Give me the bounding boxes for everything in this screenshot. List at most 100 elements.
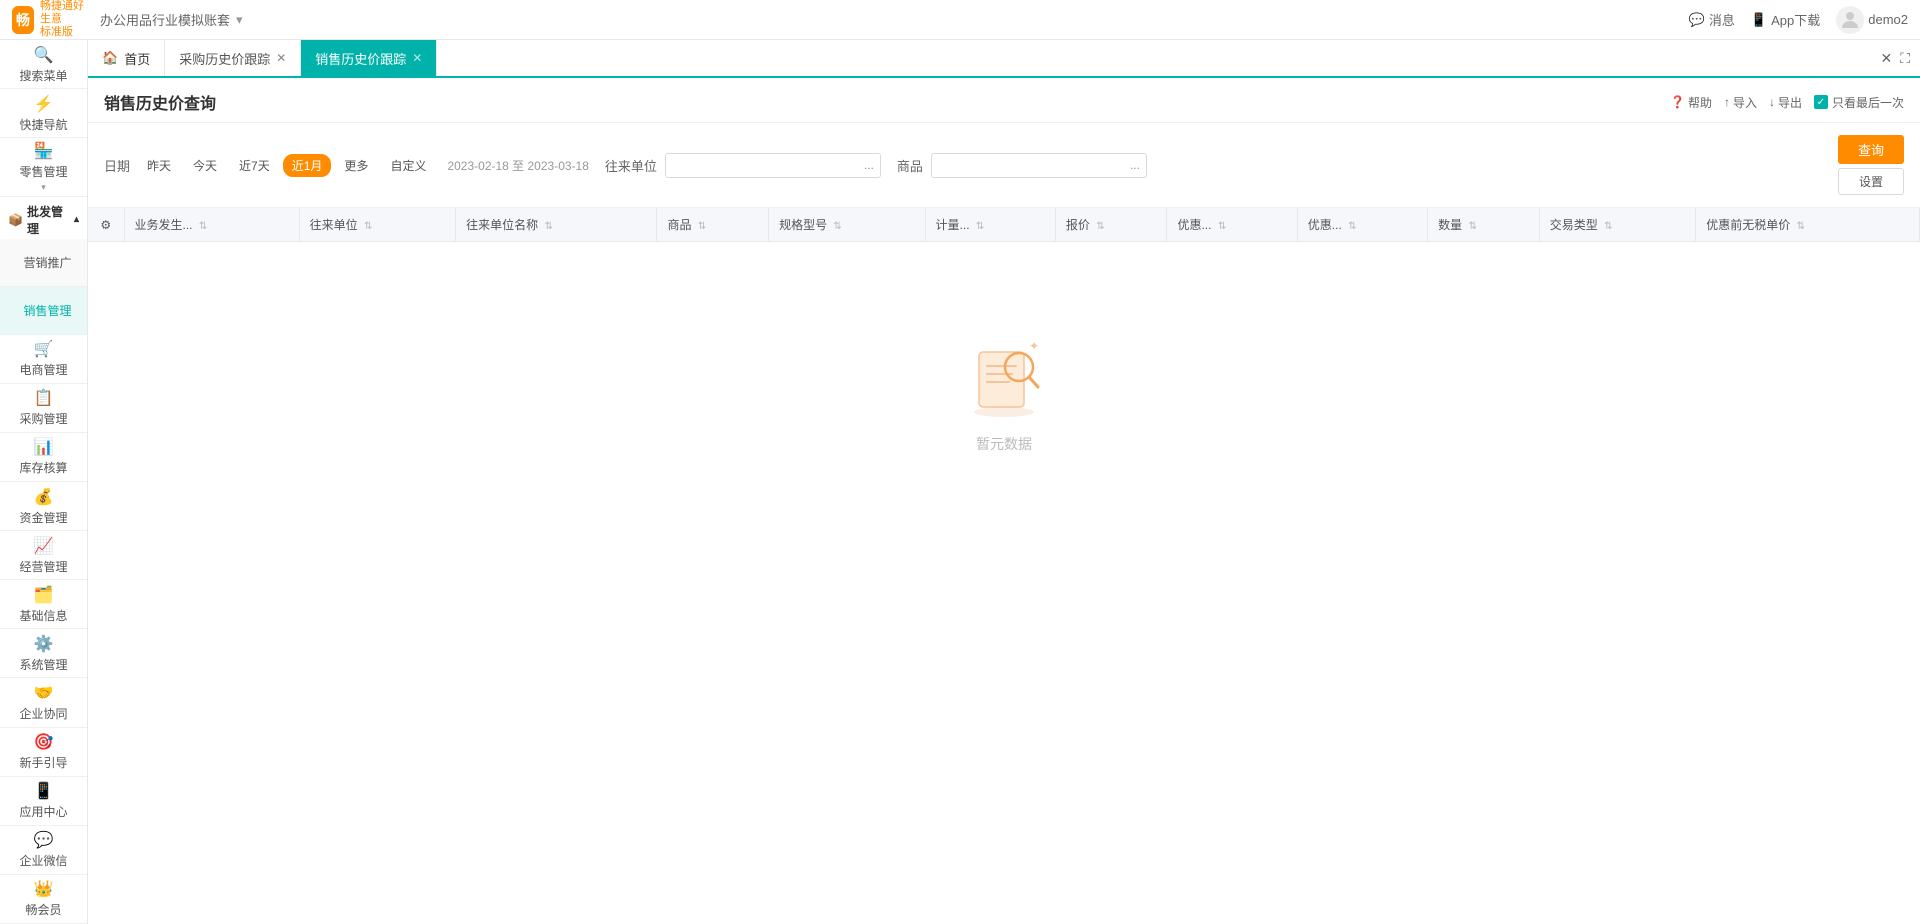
only-last-checkbox[interactable]: ✓ 只看最后一次 [1814,94,1904,111]
settings-icon[interactable]: ⚙ [100,218,111,232]
sidebar-item-guide[interactable]: 🎯 新手引导 [0,728,87,777]
export-button[interactable]: ↓ 导出 [1769,94,1802,111]
date-btn-7days[interactable]: 近7天 [230,154,279,177]
table-col-unit-measure[interactable]: 计量... ⇅ [925,208,1055,242]
date-btn-custom[interactable]: 自定义 [381,154,435,177]
table-col-pretax-price[interactable]: 优惠前无税单价 ⇅ [1696,208,1920,242]
sidebar-item-retail[interactable]: 🏪 零售管理 ▾ [0,138,87,196]
sidebar-item-operations[interactable]: 📈 经营管理 [0,531,87,580]
sidebar-item-label: 畅会员 [25,901,61,918]
user-profile[interactable]: demo2 [1836,6,1908,34]
message-button[interactable]: 💬 消息 [1689,10,1735,29]
date-btn-today[interactable]: 今天 [184,154,226,177]
sidebar-item-basic[interactable]: 🗂️ 基础信息 [0,580,87,629]
sort-icon: ⇅ [1797,221,1805,232]
top-bar-right: 💬 消息 📱 App下载 demo2 [1689,6,1908,34]
tab-sales-label: 销售历史价跟踪 [315,49,406,68]
sort-icon: ⇅ [976,221,984,232]
sidebar-item-label: 基础信息 [19,607,67,624]
date-btn-more[interactable]: 更多 [335,154,377,177]
table-col-unit-code[interactable]: 往来单位 ⇅ [299,208,455,242]
unit-input-dots[interactable]: ... [858,154,880,176]
sidebar-item-label: 采购管理 [19,410,67,427]
tab-purchase-history[interactable]: 采购历史价跟踪 ✕ [165,40,301,76]
message-icon: 💬 [1689,12,1705,28]
filter-actions: 查询 设置 [1838,135,1904,195]
import-button[interactable]: ↑ 导入 [1724,94,1757,111]
content-area: 🏠 首页 采购历史价跟踪 ✕ 销售历史价跟踪 ✕ ✕ ⛶ 销售历史价查询 [88,40,1920,924]
date-range-text: 2023-02-18 至 2023-03-18 [447,157,588,174]
unit-input-wrap: ... [665,153,881,178]
tab-home[interactable]: 🏠 首页 [88,40,165,76]
sidebar-item-sales[interactable]: 销售管理 [0,287,87,335]
sort-icon: ⇅ [1096,221,1104,232]
sidebar-item-label: 库存核算 [19,459,67,476]
date-btn-1month[interactable]: 近1月 [283,154,332,177]
sidebar-item-membership[interactable]: 👑 畅会员 [0,875,87,924]
sort-icon: ⇅ [698,221,706,232]
breadcrumb-dropdown-icon[interactable]: ▾ [236,12,243,28]
query-button[interactable]: 查询 [1838,135,1904,164]
app-download-button[interactable]: 📱 App下载 [1751,10,1820,29]
date-btn-yesterday[interactable]: 昨天 [138,154,180,177]
goods-filter-group: 商品 ... [897,153,1147,178]
help-button[interactable]: ❓ 帮助 [1670,94,1712,111]
data-table: ⚙ 业务发生... ⇅ 往来单位 ⇅ [88,208,1920,242]
table-col-settings: ⚙ [88,208,124,242]
table-col-discount2[interactable]: 优惠... ⇅ [1297,208,1427,242]
goods-input-wrap: ... [931,153,1147,178]
sort-icon: ⇅ [1348,221,1356,232]
goods-filter-label: 商品 [897,156,923,175]
tab-purchase-close[interactable]: ✕ [276,52,286,64]
sidebar-item-enterprise[interactable]: 🤝 企业协同 [0,678,87,727]
goods-input[interactable] [932,154,1124,177]
home-icon: 🏠 [102,50,118,66]
tab-sales-close[interactable]: ✕ [412,52,422,64]
sidebar-item-system[interactable]: ⚙️ 系统管理 [0,629,87,678]
svg-text:✦: ✦ [1029,339,1039,353]
sidebar: 🔍 搜索菜单 ⚡ 快捷导航 🏪 零售管理 ▾ 📦 批发管理 ▴ 营销推广 销售管… [0,40,88,924]
page-inner: 销售历史价查询 ❓ 帮助 ↑ 导入 ↓ 导出 [88,78,1920,924]
tab-maximize-button[interactable]: ⛶ [1900,50,1910,67]
page-header: 销售历史价查询 ❓ 帮助 ↑ 导入 ↓ 导出 [88,78,1920,123]
tabs-bar: 🏠 首页 采购历史价跟踪 ✕ 销售历史价跟踪 ✕ ✕ ⛶ [88,40,1920,78]
date-filter-group: 日期 昨天 今天 近7天 近1月 更多 自定义 2023-02-18 至 202… [104,154,589,177]
tab-purchase-label: 采购历史价跟踪 [179,49,270,68]
sort-icon: ⇅ [364,221,372,232]
table-col-quantity[interactable]: 数量 ⇅ [1428,208,1540,242]
app-center-icon: 📱 [34,781,54,801]
table-col-quote[interactable]: 报价 ⇅ [1055,208,1167,242]
sidebar-item-inventory[interactable]: 📊 库存核算 [0,433,87,482]
unit-input[interactable] [666,154,858,177]
sidebar-item-app-center[interactable]: 📱 应用中心 [0,777,87,826]
tab-sales-history[interactable]: 销售历史价跟踪 ✕ [301,40,437,76]
table-col-goods[interactable]: 商品 ⇅ [657,208,769,242]
sidebar-item-finance[interactable]: 💰 资金管理 [0,482,87,531]
chevron-up-icon: ▴ [74,214,79,225]
sort-icon: ⇅ [544,221,552,232]
table-col-trade-type[interactable]: 交易类型 ⇅ [1539,208,1695,242]
page-header-actions: ❓ 帮助 ↑ 导入 ↓ 导出 ✓ 只看最后一次 [1670,94,1904,111]
table-col-spec[interactable]: 规格型号 ⇅ [769,208,925,242]
date-buttons: 昨天 今天 近7天 近1月 更多 自定义 [138,154,435,177]
wechat-icon: 💬 [34,830,54,850]
sidebar-section-wholesale[interactable]: 📦 批发管理 ▴ [0,197,87,239]
sidebar-item-marketing[interactable]: 营销推广 [0,239,87,287]
table-col-discount1[interactable]: 优惠... ⇅ [1167,208,1297,242]
basic-icon: 🗂️ [34,585,54,605]
setting-button[interactable]: 设置 [1838,168,1904,195]
sidebar-item-search[interactable]: 🔍 搜索菜单 [0,40,87,89]
tab-close-all-button[interactable]: ✕ [1880,50,1892,67]
sidebar-section-label: 批发管理 [27,203,70,237]
sidebar-item-quick-nav[interactable]: ⚡ 快捷导航 [0,89,87,138]
table-col-unit-name[interactable]: 往来单位名称 ⇅ [456,208,657,242]
sidebar-item-purchase[interactable]: 📋 采购管理 [0,384,87,433]
sidebar-item-ecommerce[interactable]: 🛒 电商管理 [0,335,87,384]
empty-text: 暂元数据 [976,434,1032,454]
goods-input-dots[interactable]: ... [1124,154,1146,176]
logo-icon: 畅 [12,6,34,34]
export-icon: ↓ [1769,95,1775,109]
table-col-biz-date[interactable]: 业务发生... ⇅ [124,208,299,242]
sidebar-item-label: 销售管理 [23,302,71,319]
sidebar-item-wechat[interactable]: 💬 企业微信 [0,826,87,875]
